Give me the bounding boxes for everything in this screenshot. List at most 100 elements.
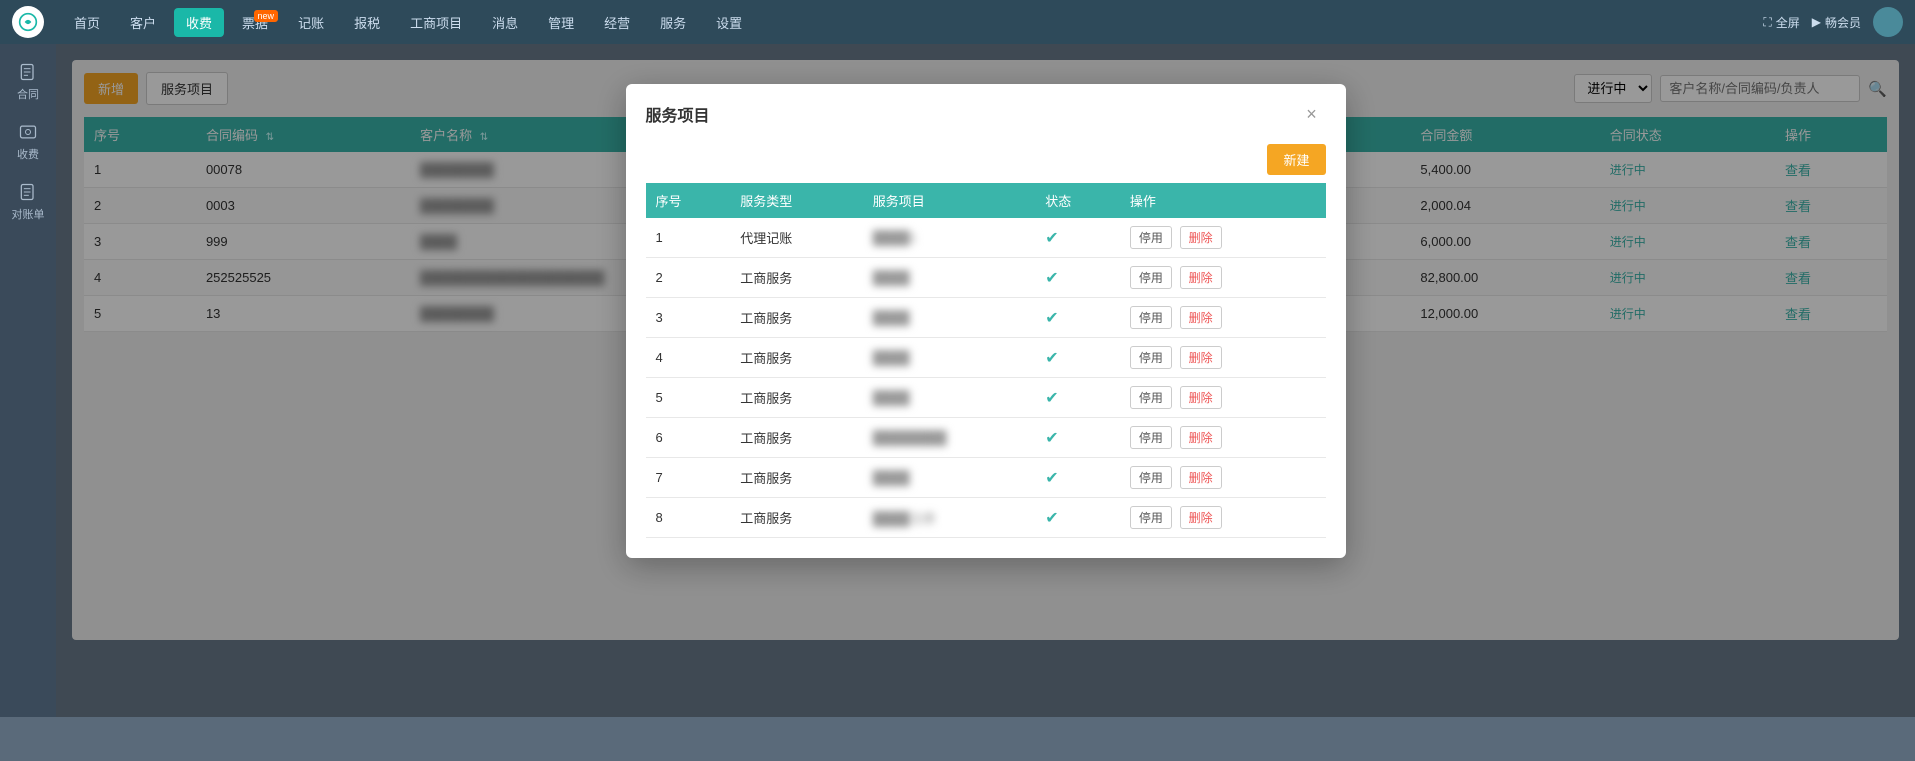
service-items-modal: 服务项目 × 新建 序号 服务类型 服务项目 状态 操作	[626, 84, 1346, 558]
modal-new-button[interactable]: 新建	[1267, 144, 1325, 175]
modal-cell-op: 停用 删除	[1120, 298, 1326, 338]
nav-item-accounting[interactable]: 记账	[286, 8, 336, 37]
modal-overlay: 服务项目 × 新建 序号 服务类型 服务项目 状态 操作	[56, 44, 1915, 717]
modal-cell-item: ████注册	[863, 498, 1035, 538]
nav-item-settings[interactable]: 设置	[704, 8, 754, 37]
modal-cell-status: ✔	[1035, 378, 1120, 418]
modal-cell-op: 停用 删除	[1120, 418, 1326, 458]
modal-table-row: 6 工商服务 ████████ ✔ 停用 删除	[646, 418, 1326, 458]
delete-button[interactable]: 删除	[1180, 266, 1222, 289]
new-badge: new	[254, 10, 279, 22]
modal-cell-status: ✔	[1035, 458, 1120, 498]
modal-cell-type: 工商服务	[730, 458, 863, 498]
modal-cell-item: ████	[863, 458, 1035, 498]
delete-button[interactable]: 删除	[1180, 346, 1222, 369]
modal-cell-item: ████	[863, 258, 1035, 298]
modal-cell-type: 工商服务	[730, 338, 863, 378]
modal-table-row: 5 工商服务 ████ ✔ 停用 删除	[646, 378, 1326, 418]
fee-icon	[18, 122, 38, 142]
service-items-table: 序号 服务类型 服务项目 状态 操作 1 代理记账 ████1 ✔ 停用 删除 …	[646, 183, 1326, 538]
nav-logo	[12, 6, 44, 38]
nav-items: 首页 客户 收费 票据 new 记账 报税 工商项目 消息 管理 经营 服务 设…	[62, 8, 1763, 37]
delete-button[interactable]: 删除	[1180, 506, 1222, 529]
modal-cell-op: 停用 删除	[1120, 218, 1326, 258]
modal-cell-status: ✔	[1035, 298, 1120, 338]
modal-cell-item: ████	[863, 338, 1035, 378]
delete-button[interactable]: 删除	[1180, 466, 1222, 489]
modal-body: 序号 服务类型 服务项目 状态 操作 1 代理记账 ████1 ✔ 停用 删除 …	[626, 183, 1346, 558]
modal-table-wrap[interactable]: 序号 服务类型 服务项目 状态 操作 1 代理记账 ████1 ✔ 停用 删除 …	[646, 183, 1326, 538]
modal-cell-no: 1	[646, 218, 731, 258]
statement-icon	[18, 182, 38, 202]
modal-col-no: 序号	[646, 183, 731, 218]
modal-cell-op: 停用 删除	[1120, 338, 1326, 378]
stop-button[interactable]: 停用	[1130, 226, 1172, 249]
stop-button[interactable]: 停用	[1130, 346, 1172, 369]
modal-cell-no: 5	[646, 378, 731, 418]
modal-cell-no: 4	[646, 338, 731, 378]
nav-item-message[interactable]: 消息	[480, 8, 530, 37]
modal-cell-item: ████████	[863, 418, 1035, 458]
modal-cell-status: ✔	[1035, 498, 1120, 538]
delete-button[interactable]: 删除	[1180, 426, 1222, 449]
modal-close-button[interactable]: ×	[1298, 100, 1326, 128]
avatar[interactable]	[1873, 7, 1903, 37]
nav-item-business[interactable]: 工商项目	[398, 8, 474, 37]
nav-item-tax[interactable]: 报税	[342, 8, 392, 37]
modal-cell-item: ████	[863, 298, 1035, 338]
modal-cell-status: ✔	[1035, 218, 1120, 258]
modal-cell-type: 代理记账	[730, 218, 863, 258]
modal-cell-op: 停用 删除	[1120, 458, 1326, 498]
modal-cell-type: 工商服务	[730, 378, 863, 418]
sidebar: 合同 收费 对账单	[0, 44, 56, 717]
sidebar-item-statement[interactable]: 对账单	[2, 174, 54, 230]
top-nav: 首页 客户 收费 票据 new 记账 报税 工商项目 消息 管理 经营 服务 设…	[0, 0, 1915, 44]
modal-col-type: 服务类型	[730, 183, 863, 218]
nav-item-service[interactable]: 服务	[648, 8, 698, 37]
stop-button[interactable]: 停用	[1130, 306, 1172, 329]
nav-item-invoice[interactable]: 票据 new	[230, 8, 280, 37]
nav-item-home[interactable]: 首页	[62, 8, 112, 37]
modal-cell-no: 3	[646, 298, 731, 338]
modal-table-row: 2 工商服务 ████ ✔ 停用 删除	[646, 258, 1326, 298]
modal-cell-item: ████	[863, 378, 1035, 418]
stop-button[interactable]: 停用	[1130, 466, 1172, 489]
member-icon: ▶	[1812, 15, 1821, 29]
nav-item-manage[interactable]: 管理	[536, 8, 586, 37]
delete-button[interactable]: 删除	[1180, 386, 1222, 409]
contract-icon	[18, 62, 38, 82]
modal-col-op: 操作	[1120, 183, 1326, 218]
modal-cell-op: 停用 删除	[1120, 378, 1326, 418]
member-btn[interactable]: ▶ 畅会员	[1812, 14, 1861, 31]
delete-button[interactable]: 删除	[1180, 306, 1222, 329]
fullscreen-btn[interactable]: ⛶ 全屏	[1763, 14, 1799, 31]
modal-cell-op: 停用 删除	[1120, 498, 1326, 538]
stop-button[interactable]: 停用	[1130, 386, 1172, 409]
stop-button[interactable]: 停用	[1130, 426, 1172, 449]
modal-cell-status: ✔	[1035, 338, 1120, 378]
fullscreen-icon: ⛶	[1763, 15, 1771, 30]
modal-cell-type: 工商服务	[730, 418, 863, 458]
delete-button[interactable]: 删除	[1180, 226, 1222, 249]
modal-cell-op: 停用 删除	[1120, 258, 1326, 298]
modal-cell-type: 工商服务	[730, 258, 863, 298]
modal-cell-item: ████1	[863, 218, 1035, 258]
modal-cell-no: 2	[646, 258, 731, 298]
modal-col-item: 服务项目	[863, 183, 1035, 218]
modal-cell-type: 工商服务	[730, 298, 863, 338]
modal-cell-no: 7	[646, 458, 731, 498]
modal-cell-no: 8	[646, 498, 731, 538]
stop-button[interactable]: 停用	[1130, 266, 1172, 289]
sidebar-item-contract[interactable]: 合同	[2, 54, 54, 110]
stop-button[interactable]: 停用	[1130, 506, 1172, 529]
nav-item-operate[interactable]: 经营	[592, 8, 642, 37]
sidebar-item-fee[interactable]: 收费	[2, 114, 54, 170]
modal-table-row: 7 工商服务 ████ ✔ 停用 删除	[646, 458, 1326, 498]
nav-item-client[interactable]: 客户	[118, 8, 168, 37]
nav-item-fee[interactable]: 收费	[174, 8, 224, 37]
modal-title: 服务项目	[646, 102, 710, 126]
modal-table-row: 4 工商服务 ████ ✔ 停用 删除	[646, 338, 1326, 378]
modal-header: 服务项目 ×	[626, 84, 1346, 136]
modal-table-row: 1 代理记账 ████1 ✔ 停用 删除	[646, 218, 1326, 258]
modal-table-row: 8 工商服务 ████注册 ✔ 停用 删除	[646, 498, 1326, 538]
